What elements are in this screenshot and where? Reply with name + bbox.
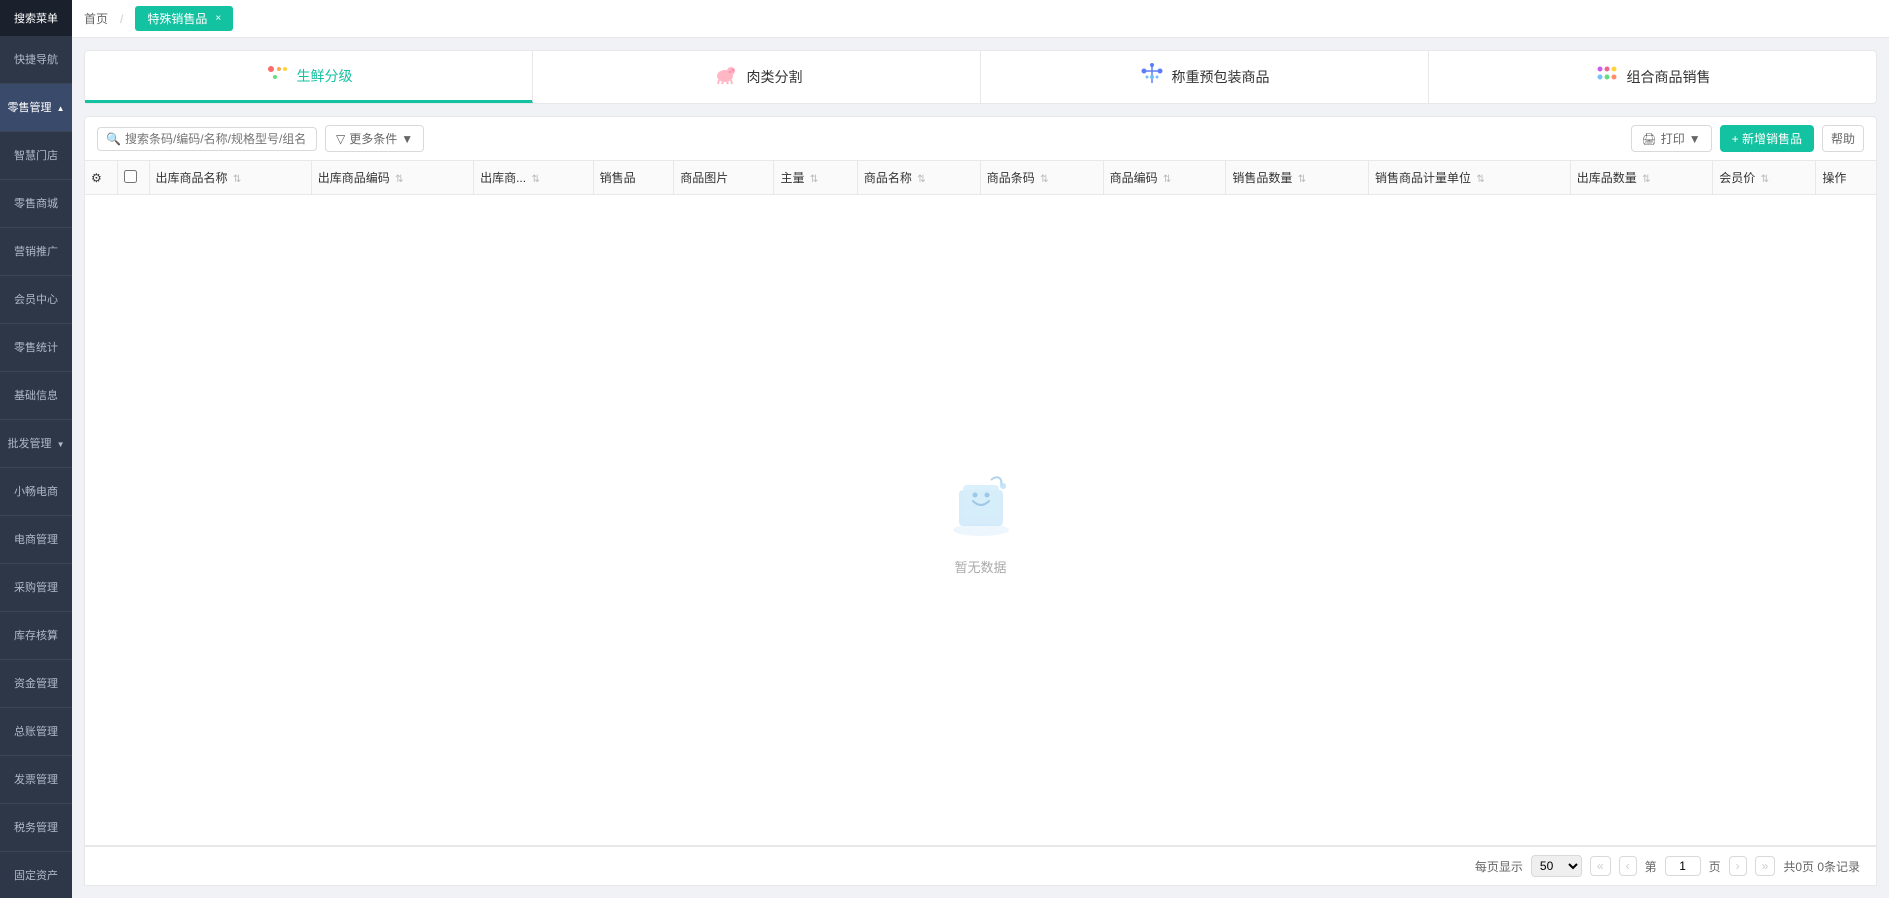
add-sales-product-button[interactable]: + 新增销售品 [1720, 125, 1814, 152]
sidebar-item-tax-mgmt[interactable]: 税务管理 [0, 804, 72, 852]
col-product-name[interactable]: 商品名称 ⇅ [857, 161, 980, 195]
sidebar-item-retail-stats[interactable]: 零售统计 [0, 324, 72, 372]
col-product-image[interactable]: 商品图片 [674, 161, 774, 195]
active-tab[interactable]: 特殊销售品 × [135, 6, 233, 31]
sort-icon: ⇅ [1476, 174, 1484, 185]
total-info: 共0页 0条记录 [1783, 858, 1860, 875]
sidebar-item-finance-mgmt[interactable]: 资金管理 [0, 660, 72, 708]
sort-icon: ⇅ [1642, 174, 1650, 185]
combo-sales-icon [1595, 64, 1619, 90]
col-action: 操作 [1816, 161, 1876, 195]
per-page-select[interactable]: 50 10 20 100 [1531, 855, 1582, 877]
col-out-product-name[interactable]: 出库商品名称 ⇅ [149, 161, 311, 195]
sort-icon: ⇅ [1163, 174, 1171, 185]
col-gear[interactable]: ⚙ [85, 161, 117, 195]
sidebar-item-marketing[interactable]: 营销推广 [0, 228, 72, 276]
pagination-bar: 每页显示 50 10 20 100 « ‹ 第 页 › » 共0页 0条记录 [84, 846, 1877, 886]
col-main-weight[interactable]: 主量 ⇅ [774, 161, 857, 195]
sidebar-item-inventory[interactable]: 库存核算 [0, 612, 72, 660]
empty-text: 暂无数据 [954, 557, 1006, 576]
table-container: ⚙ 出库商品名称 ⇅ 出库商品编码 ⇅ [84, 160, 1877, 846]
cat-tab-weight-prepack-label: 称重预包装商品 [1172, 67, 1270, 87]
toolbar: 🔍 ▽ 更多条件 ▼ 🖨 打印 ▼ + 新增销售品 [84, 116, 1877, 160]
sidebar-item-ecommerce-mgmt[interactable]: 电商管理 [0, 516, 72, 564]
page-suffix: 页 [1709, 858, 1721, 875]
filter-button[interactable]: ▽ 更多条件 ▼ [325, 125, 424, 152]
content-area: 生鲜分级 肉类分割 [72, 38, 1889, 898]
col-out-product-code[interactable]: 出库商品编码 ⇅ [311, 161, 473, 195]
tab-close-icon[interactable]: × [215, 13, 221, 24]
sort-icon: ⇅ [1761, 174, 1769, 185]
sidebar-item-wholesale-mgmt[interactable]: 批发管理 ▼ [0, 420, 72, 468]
per-page-label: 每页显示 [1475, 858, 1523, 875]
sort-icon: ⇅ [810, 174, 818, 185]
sidebar-item-smart-store[interactable]: 智慧门店 [0, 132, 72, 180]
sort-icon: ⇅ [1298, 174, 1306, 185]
search-icon: 🔍 [106, 132, 121, 146]
col-product-code[interactable]: 商品编码 ⇅ [1103, 161, 1226, 195]
fresh-grade-icon [265, 63, 289, 89]
breadcrumb-home[interactable]: 首页 [84, 10, 108, 27]
weight-prepack-icon [1140, 63, 1164, 91]
cat-tab-combo-sales[interactable]: 组合商品销售 [1429, 51, 1876, 103]
table-header: ⚙ 出库商品名称 ⇅ 出库商品编码 ⇅ [85, 161, 1876, 195]
col-sales-product[interactable]: 销售品 [593, 161, 674, 195]
print-button[interactable]: 🖨 打印 ▼ [1631, 125, 1712, 152]
sort-icon: ⇅ [233, 174, 241, 185]
print-icon: 🖨 [1642, 132, 1657, 146]
sidebar-item-small-store[interactable]: 小畅电商 [0, 468, 72, 516]
toolbar-left: 🔍 ▽ 更多条件 ▼ [97, 125, 424, 152]
main-content: 首页 / 特殊销售品 × 生鲜分级 [72, 0, 1889, 898]
cat-tab-meat-cut-label: 肉类分割 [747, 67, 803, 87]
sidebar-item-basic-info[interactable]: 基础信息 [0, 372, 72, 420]
search-input[interactable] [125, 132, 308, 146]
cat-tab-weight-prepack[interactable]: 称重预包装商品 [981, 51, 1429, 103]
sidebar: 搜索菜单 快捷导航 零售管理 ▲ 智慧门店 零售商城 营销推广 会员中心 零售统… [0, 0, 72, 898]
prev-page-button[interactable]: ‹ [1619, 856, 1637, 876]
active-tab-label: 特殊销售品 [147, 10, 207, 27]
data-table: ⚙ 出库商品名称 ⇅ 出库商品编码 ⇅ [85, 161, 1876, 195]
sort-icon: ⇅ [1040, 174, 1048, 185]
col-member-price[interactable]: 会员价 ⇅ [1713, 161, 1816, 195]
meat-cut-icon [711, 63, 739, 91]
table-area: ⚙ 出库商品名称 ⇅ 出库商品编码 ⇅ [84, 160, 1877, 846]
sidebar-logo[interactable]: 搜索菜单 [0, 0, 72, 36]
sidebar-item-purchase-mgmt[interactable]: 采购管理 [0, 564, 72, 612]
search-box[interactable]: 🔍 [97, 127, 317, 151]
cat-tab-combo-sales-label: 组合商品销售 [1627, 67, 1711, 87]
sort-icon: ⇅ [917, 174, 925, 185]
select-all-checkbox[interactable] [124, 170, 137, 183]
page-label: 第 [1645, 858, 1657, 875]
empty-state: 暂无数据 [85, 195, 1876, 845]
col-out-qty[interactable]: 出库品数量 ⇅ [1570, 161, 1713, 195]
first-page-button[interactable]: « [1590, 856, 1611, 876]
col-product-barcode[interactable]: 商品条码 ⇅ [980, 161, 1103, 195]
sort-icon: ⇅ [395, 174, 403, 185]
sidebar-item-members[interactable]: 会员中心 [0, 276, 72, 324]
sidebar-item-ledger-mgmt[interactable]: 总账管理 [0, 708, 72, 756]
toolbar-right: 🖨 打印 ▼ + 新增销售品 帮助 [1631, 125, 1865, 152]
next-page-button[interactable]: › [1729, 856, 1747, 876]
help-button[interactable]: 帮助 [1822, 125, 1864, 152]
empty-icon [941, 465, 1021, 545]
top-bar: 首页 / 特殊销售品 × [72, 0, 1889, 38]
col-sales-unit[interactable]: 销售商品计量单位 ⇅ [1368, 161, 1570, 195]
col-checkbox[interactable] [117, 161, 149, 195]
breadcrumb-separator: / [120, 12, 123, 26]
cat-tab-meat-cut[interactable]: 肉类分割 [533, 51, 981, 103]
sidebar-item-fixed-assets[interactable]: 固定资产 [0, 852, 72, 898]
sidebar-item-retail-mall[interactable]: 零售商城 [0, 180, 72, 228]
filter-icon: ▽ [336, 132, 345, 146]
sidebar-item-invoice-mgmt[interactable]: 发票管理 [0, 756, 72, 804]
sort-icon: ⇅ [531, 174, 539, 185]
category-tabs: 生鲜分级 肉类分割 [84, 50, 1877, 104]
page-number-input[interactable] [1665, 856, 1701, 876]
last-page-button[interactable]: » [1755, 856, 1776, 876]
cat-tab-fresh-grade[interactable]: 生鲜分级 [85, 51, 533, 103]
col-sales-qty[interactable]: 销售品数量 ⇅ [1226, 161, 1369, 195]
sidebar-item-retail-mgmt[interactable]: 零售管理 ▲ [0, 84, 72, 132]
sidebar-item-quick-nav[interactable]: 快捷导航 [0, 36, 72, 84]
cat-tab-fresh-grade-label: 生鲜分级 [297, 66, 353, 86]
col-out-product-extra[interactable]: 出库商... ⇅ [474, 161, 594, 195]
